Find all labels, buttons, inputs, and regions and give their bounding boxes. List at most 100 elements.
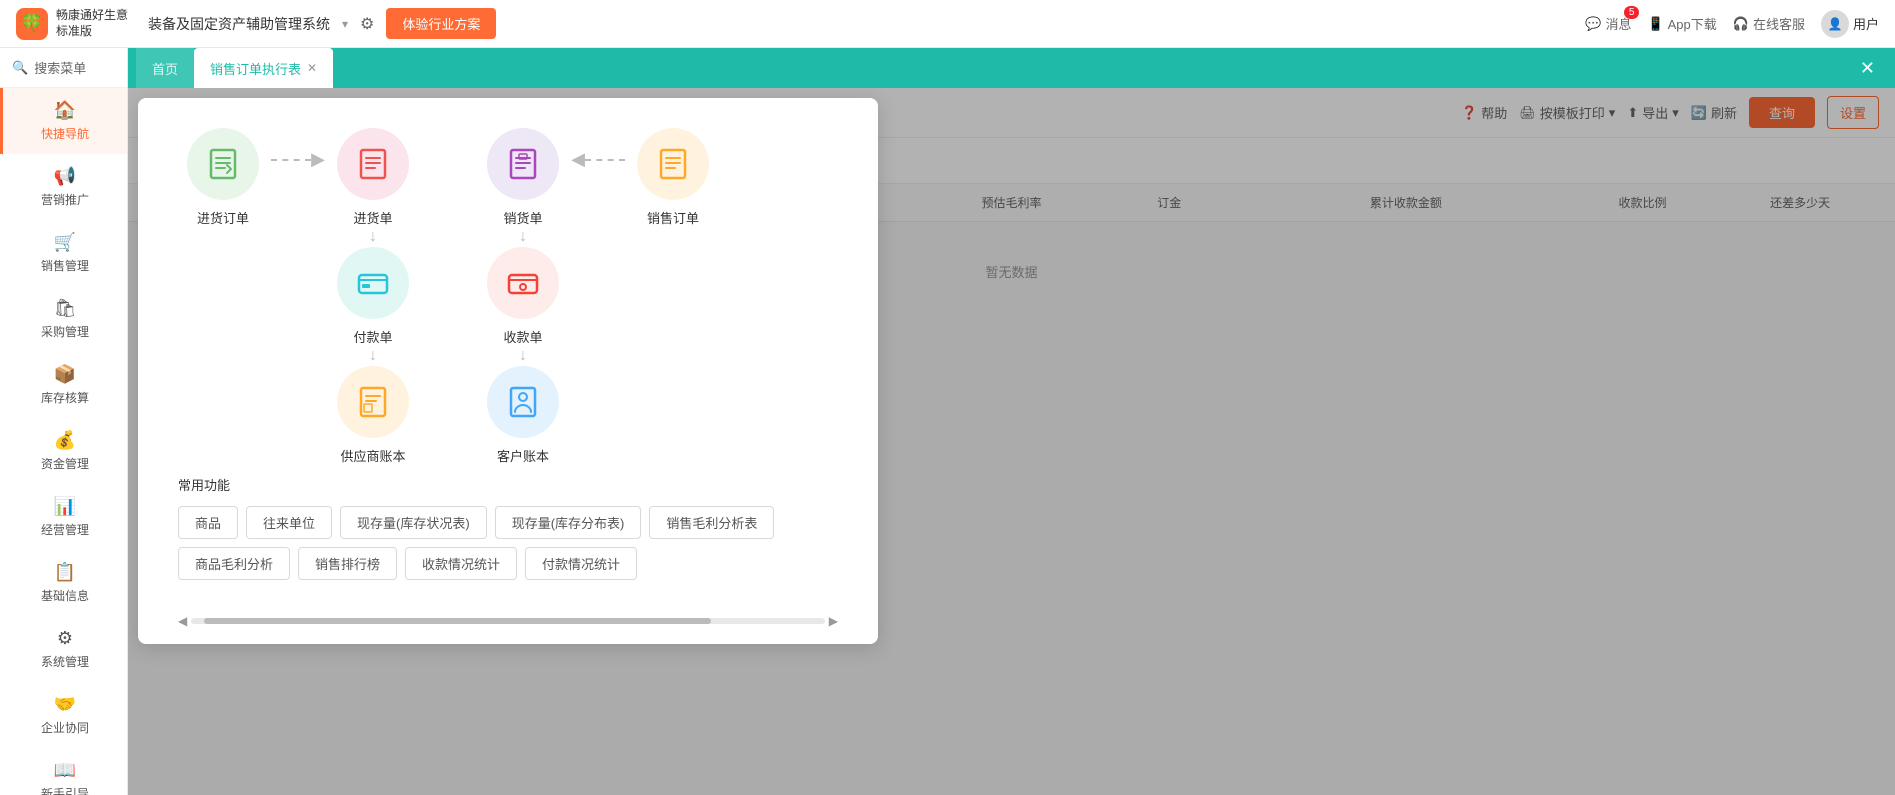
- page-content: ❓ 帮助 🖨 按模板打印 ▾ ⬆ 导出 ▾ 🔄: [128, 88, 1895, 795]
- headset-icon: 🎧: [1733, 16, 1749, 32]
- node-payment-order[interactable]: 付款单: [337, 247, 409, 346]
- common-functions: 常用功能 商品往来单位现存量(库存状况表)现存量(库存分布表)销售毛利分析表商品…: [178, 475, 838, 580]
- message-icon: 💬: [1585, 16, 1601, 32]
- mobile-icon: 📱: [1647, 16, 1663, 32]
- func-btn-现存量库存状[interactable]: 现存量(库存状况表): [340, 506, 487, 539]
- sidebar-label-finance: 资金管理: [41, 455, 89, 472]
- content-area: 首页 销售订单执行表 ✕ ✕ ❓ 帮助 🖨 按: [128, 48, 1895, 795]
- tab-bar: 首页 销售订单执行表 ✕ ✕: [128, 48, 1895, 88]
- sidebar-label-basic-info: 基础信息: [41, 587, 89, 604]
- sidebar-label-system: 系统管理: [41, 653, 89, 670]
- user-menu[interactable]: 👤 用户: [1821, 10, 1879, 38]
- sales-bill-circle: [487, 128, 559, 200]
- sidebar-item-quick-guide[interactable]: 🏠 快捷导航: [0, 88, 127, 154]
- sidebar-item-operations[interactable]: 📊 经营管理: [0, 484, 127, 550]
- modal-content: 进货订单 ▶: [138, 98, 878, 610]
- func-btn-商品[interactable]: 商品: [178, 506, 238, 539]
- sidebar-label-marketing: 营销推广: [41, 191, 89, 208]
- search-menu-label: 搜索菜单: [34, 58, 86, 77]
- sidebar-item-inventory[interactable]: 📦 库存核算: [0, 352, 127, 418]
- func-btn-销售毛利分析[interactable]: 销售毛利分析表: [649, 506, 774, 539]
- modal-overlay: 进货订单 ▶: [128, 88, 1895, 795]
- purchase-order-circle: [187, 128, 259, 200]
- app-download-label: App下载: [1668, 14, 1717, 33]
- supplier-ledger-label: 供应商账本: [340, 446, 405, 465]
- receipt-order-label: 收款单: [503, 327, 542, 346]
- scroll-right-icon[interactable]: ▶: [829, 614, 838, 628]
- payment-circle: [337, 247, 409, 319]
- arrow-2: ◀: [571, 149, 625, 206]
- purchase-bill-label: 进货单: [353, 208, 392, 227]
- tab-sales-order-label: 销售订单执行表: [210, 59, 301, 78]
- online-service-action[interactable]: 🎧 在线客服: [1733, 14, 1805, 33]
- node-sales-bill[interactable]: 销货单: [487, 128, 559, 227]
- node-purchase-bill[interactable]: 进货单: [337, 128, 409, 227]
- app-download-action[interactable]: 📱 App下载: [1647, 14, 1716, 33]
- node-customer-ledger[interactable]: 客户账本: [487, 366, 559, 465]
- func-btn-付款情况统计[interactable]: 付款情况统计: [525, 547, 637, 580]
- node-receipt-order[interactable]: 收款单: [487, 247, 559, 346]
- tab-close-icon[interactable]: ✕: [307, 61, 317, 75]
- sidebar-label-operations: 经营管理: [41, 521, 89, 538]
- sidebar-item-system[interactable]: ⚙ 系统管理: [0, 616, 127, 682]
- system-icon: ⚙: [57, 628, 73, 649]
- trial-button[interactable]: 体验行业方案: [386, 8, 496, 39]
- common-functions-title: 常用功能: [178, 475, 838, 494]
- sidebar-item-basic-info[interactable]: 📋 基础信息: [0, 550, 127, 616]
- scroll-left-icon[interactable]: ◀: [178, 614, 187, 628]
- user-name: 用户: [1853, 14, 1879, 33]
- down-arrow-5: ↓: [369, 348, 377, 364]
- sidebar-label-quick-guide: 快捷导航: [41, 125, 89, 142]
- supplier-circle: [337, 366, 409, 438]
- basic-info-icon: 📋: [54, 562, 76, 583]
- customer-ledger-label: 客户账本: [497, 446, 549, 465]
- tab-home[interactable]: 首页: [136, 48, 194, 88]
- avatar: 👤: [1821, 10, 1849, 38]
- node-purchase-order[interactable]: 进货订单: [187, 128, 259, 227]
- logo-text: 畅康通好生意 标准版: [56, 8, 128, 39]
- main-close-button[interactable]: ✕: [1848, 58, 1887, 79]
- system-dropdown-icon[interactable]: ▾: [342, 17, 348, 31]
- down-arrow-3: ↓: [519, 229, 527, 245]
- sidebar-label-beginner: 新手引导: [41, 785, 89, 795]
- sidebar-item-enterprise[interactable]: 🤝 企业协同: [0, 682, 127, 748]
- func-btn-现存量库存分[interactable]: 现存量(库存分布表): [495, 506, 642, 539]
- finance-icon: 💰: [54, 430, 76, 451]
- search-icon: 🔍: [12, 60, 28, 76]
- sidebar-item-purchase[interactable]: 🛍 采购管理: [0, 286, 127, 352]
- func-btn-往来单位[interactable]: 往来单位: [246, 506, 332, 539]
- purchase-order-label: 进货订单: [197, 208, 249, 227]
- flow-modal: 进货订单 ▶: [138, 98, 878, 644]
- node-supplier-ledger[interactable]: 供应商账本: [337, 366, 409, 465]
- customer-circle: [487, 366, 559, 438]
- func-btn-销售排行榜[interactable]: 销售排行榜: [298, 547, 397, 580]
- system-title: 装备及固定资产辅助管理系统: [148, 14, 330, 34]
- purchase-bill-circle: [337, 128, 409, 200]
- sidebar-label-enterprise: 企业协同: [41, 719, 89, 736]
- sales-icon: 🛒: [54, 232, 76, 253]
- sidebar-label-purchase: 采购管理: [41, 323, 89, 340]
- tab-home-label: 首页: [152, 59, 178, 78]
- sidebar-item-beginner[interactable]: 📖 新手引导: [0, 748, 127, 795]
- search-menu[interactable]: 🔍 搜索菜单: [0, 48, 127, 88]
- sidebar-item-sales[interactable]: 🛒 销售管理: [0, 220, 127, 286]
- tab-sales-order[interactable]: 销售订单执行表 ✕: [194, 48, 333, 88]
- node-sales-order[interactable]: 销售订单: [637, 128, 709, 227]
- marketing-icon: 📢: [54, 166, 76, 187]
- scroll-thumb[interactable]: [204, 618, 711, 624]
- message-action[interactable]: 💬 消息 5: [1585, 14, 1631, 33]
- func-btn-商品毛利分析[interactable]: 商品毛利分析: [178, 547, 290, 580]
- sidebar-item-marketing[interactable]: 📢 营销推广: [0, 154, 127, 220]
- home-icon: 🏠: [54, 100, 76, 121]
- sidebar: 🔍 搜索菜单 🏠 快捷导航 📢 营销推广 🛒 销售管理 🛍 采购管理 📦: [0, 48, 128, 795]
- func-btn-收款情况统计[interactable]: 收款情况统计: [405, 547, 517, 580]
- receipt-circle: [487, 247, 559, 319]
- purchase-icon: 🛍: [54, 298, 77, 319]
- inventory-icon: 📦: [54, 364, 76, 385]
- header-settings-icon[interactable]: ⚙: [360, 14, 374, 34]
- sidebar-label-inventory: 库存核算: [41, 389, 89, 406]
- operations-icon: 📊: [54, 496, 76, 517]
- function-grid: 商品往来单位现存量(库存状况表)现存量(库存分布表)销售毛利分析表商品毛利分析销…: [178, 506, 838, 580]
- sidebar-item-finance[interactable]: 💰 资金管理: [0, 418, 127, 484]
- down-arrow-2: ↓: [369, 229, 377, 245]
